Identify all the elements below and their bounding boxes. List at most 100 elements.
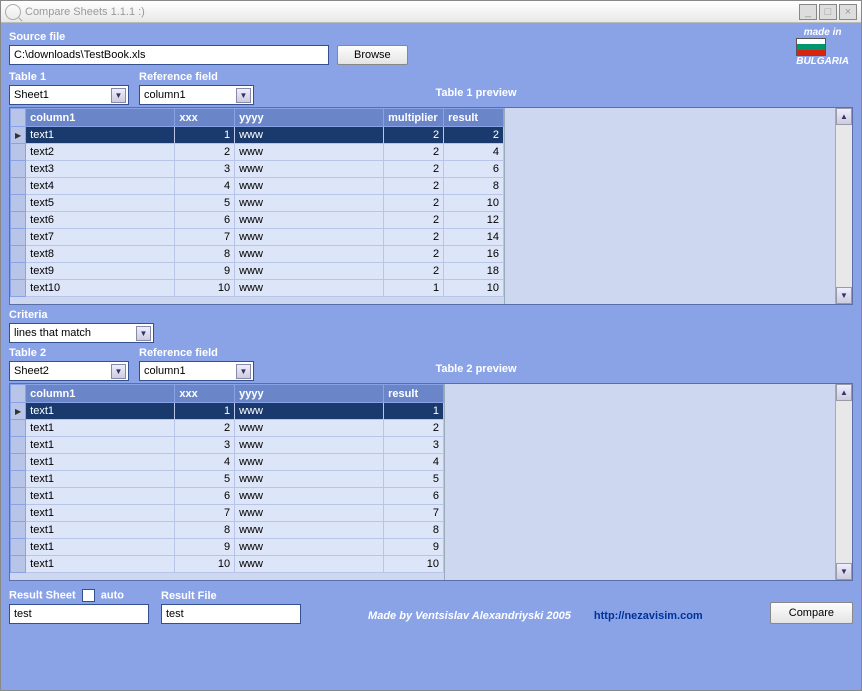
scroll-down-icon[interactable]: ▼ xyxy=(836,563,852,580)
cell[interactable]: 9 xyxy=(175,539,235,556)
cell[interactable]: 4 xyxy=(384,454,444,471)
column-header[interactable]: result xyxy=(444,109,504,127)
cell[interactable]: 2 xyxy=(384,212,444,229)
cell[interactable]: text3 xyxy=(26,161,175,178)
cell[interactable]: text6 xyxy=(26,212,175,229)
cell[interactable]: 18 xyxy=(444,263,504,280)
cell[interactable]: 1 xyxy=(384,280,444,297)
cell[interactable]: 5 xyxy=(384,471,444,488)
column-header[interactable]: xxx xyxy=(175,109,235,127)
table-row[interactable]: text33www26 xyxy=(11,161,504,178)
auto-checkbox[interactable] xyxy=(82,589,95,602)
scroll-up-icon[interactable]: ▲ xyxy=(836,108,852,125)
cell[interactable]: 2 xyxy=(384,144,444,161)
cell[interactable]: text1 xyxy=(26,403,175,420)
cell[interactable]: www xyxy=(235,505,384,522)
scrollbar[interactable]: ▲ ▼ xyxy=(835,108,852,304)
cell[interactable]: 4 xyxy=(175,178,235,195)
cell[interactable]: 3 xyxy=(175,161,235,178)
cell[interactable]: 9 xyxy=(384,539,444,556)
cell[interactable]: 2 xyxy=(384,420,444,437)
cell[interactable]: text1 xyxy=(26,420,175,437)
cell[interactable]: 7 xyxy=(175,505,235,522)
cell[interactable]: 6 xyxy=(444,161,504,178)
cell[interactable]: www xyxy=(235,556,384,573)
cell[interactable]: text10 xyxy=(26,280,175,297)
column-header[interactable]: yyyy xyxy=(235,109,384,127)
cell[interactable]: 6 xyxy=(384,488,444,505)
cell[interactable]: www xyxy=(235,246,384,263)
cell[interactable]: 3 xyxy=(175,437,235,454)
cell[interactable]: 6 xyxy=(175,212,235,229)
cell[interactable]: text1 xyxy=(26,127,175,144)
table2-grid[interactable]: column1xxxyyyyresulttext11www1text12www2… xyxy=(9,383,853,581)
cell[interactable]: www xyxy=(235,229,384,246)
column-header[interactable]: yyyy xyxy=(235,385,384,403)
cell[interactable]: www xyxy=(235,263,384,280)
cell[interactable]: text1 xyxy=(26,522,175,539)
cell[interactable]: 2 xyxy=(384,161,444,178)
cell[interactable]: www xyxy=(235,454,384,471)
close-button[interactable]: × xyxy=(839,4,857,20)
cell[interactable]: 9 xyxy=(175,263,235,280)
cell[interactable]: 8 xyxy=(175,522,235,539)
table-row[interactable]: text16www6 xyxy=(11,488,444,505)
table-row[interactable]: text44www28 xyxy=(11,178,504,195)
column-header[interactable]: result xyxy=(384,385,444,403)
cell[interactable]: 14 xyxy=(444,229,504,246)
cell[interactable]: 10 xyxy=(444,195,504,212)
website-link[interactable]: http://nezavisim.com xyxy=(594,610,703,622)
cell[interactable]: 10 xyxy=(444,280,504,297)
table-row[interactable]: text22www24 xyxy=(11,144,504,161)
scroll-down-icon[interactable]: ▼ xyxy=(836,287,852,304)
maximize-button[interactable]: □ xyxy=(819,4,837,20)
cell[interactable]: 2 xyxy=(384,246,444,263)
table-row[interactable]: text55www210 xyxy=(11,195,504,212)
cell[interactable]: www xyxy=(235,127,384,144)
cell[interactable]: text1 xyxy=(26,471,175,488)
titlebar[interactable]: Compare Sheets 1.1.1 :) _ □ × xyxy=(1,1,861,23)
cell[interactable]: 2 xyxy=(384,195,444,212)
table-row[interactable]: text17www7 xyxy=(11,505,444,522)
cell[interactable]: 10 xyxy=(175,556,235,573)
minimize-button[interactable]: _ xyxy=(799,4,817,20)
table-row[interactable]: text18www8 xyxy=(11,522,444,539)
cell[interactable]: 8 xyxy=(444,178,504,195)
cell[interactable]: 8 xyxy=(384,522,444,539)
cell[interactable]: 2 xyxy=(384,127,444,144)
cell[interactable]: www xyxy=(235,178,384,195)
table-row[interactable]: text99www218 xyxy=(11,263,504,280)
cell[interactable]: text1 xyxy=(26,488,175,505)
cell[interactable]: www xyxy=(235,522,384,539)
cell[interactable]: 7 xyxy=(384,505,444,522)
column-header[interactable]: column1 xyxy=(26,109,175,127)
cell[interactable]: 12 xyxy=(444,212,504,229)
cell[interactable]: www xyxy=(235,161,384,178)
table2-select[interactable]: Sheet2 ▼ xyxy=(9,361,129,381)
cell[interactable]: text1 xyxy=(26,505,175,522)
table-row[interactable]: text14www4 xyxy=(11,454,444,471)
scroll-up-icon[interactable]: ▲ xyxy=(836,384,852,401)
scrollbar[interactable]: ▲ ▼ xyxy=(835,384,852,580)
table-row[interactable]: text13www3 xyxy=(11,437,444,454)
cell[interactable]: 1 xyxy=(175,403,235,420)
cell[interactable]: text4 xyxy=(26,178,175,195)
table-row[interactable]: text11www22 xyxy=(11,127,504,144)
table-row[interactable]: text1010www110 xyxy=(11,280,504,297)
table-row[interactable]: text110www10 xyxy=(11,556,444,573)
table-row[interactable]: text15www5 xyxy=(11,471,444,488)
column-header[interactable]: xxx xyxy=(175,385,235,403)
table1-select[interactable]: Sheet1 ▼ xyxy=(9,85,129,105)
column-header[interactable]: column1 xyxy=(26,385,175,403)
cell[interactable]: text5 xyxy=(26,195,175,212)
table-row[interactable]: text88www216 xyxy=(11,246,504,263)
cell[interactable]: text7 xyxy=(26,229,175,246)
cell[interactable]: 10 xyxy=(175,280,235,297)
cell[interactable]: text1 xyxy=(26,454,175,471)
cell[interactable]: 7 xyxy=(175,229,235,246)
cell[interactable]: 10 xyxy=(384,556,444,573)
table1-grid[interactable]: column1xxxyyyymultiplierresulttext11www2… xyxy=(9,107,853,305)
cell[interactable]: www xyxy=(235,144,384,161)
cell[interactable]: www xyxy=(235,471,384,488)
browse-button[interactable]: Browse xyxy=(337,45,408,65)
